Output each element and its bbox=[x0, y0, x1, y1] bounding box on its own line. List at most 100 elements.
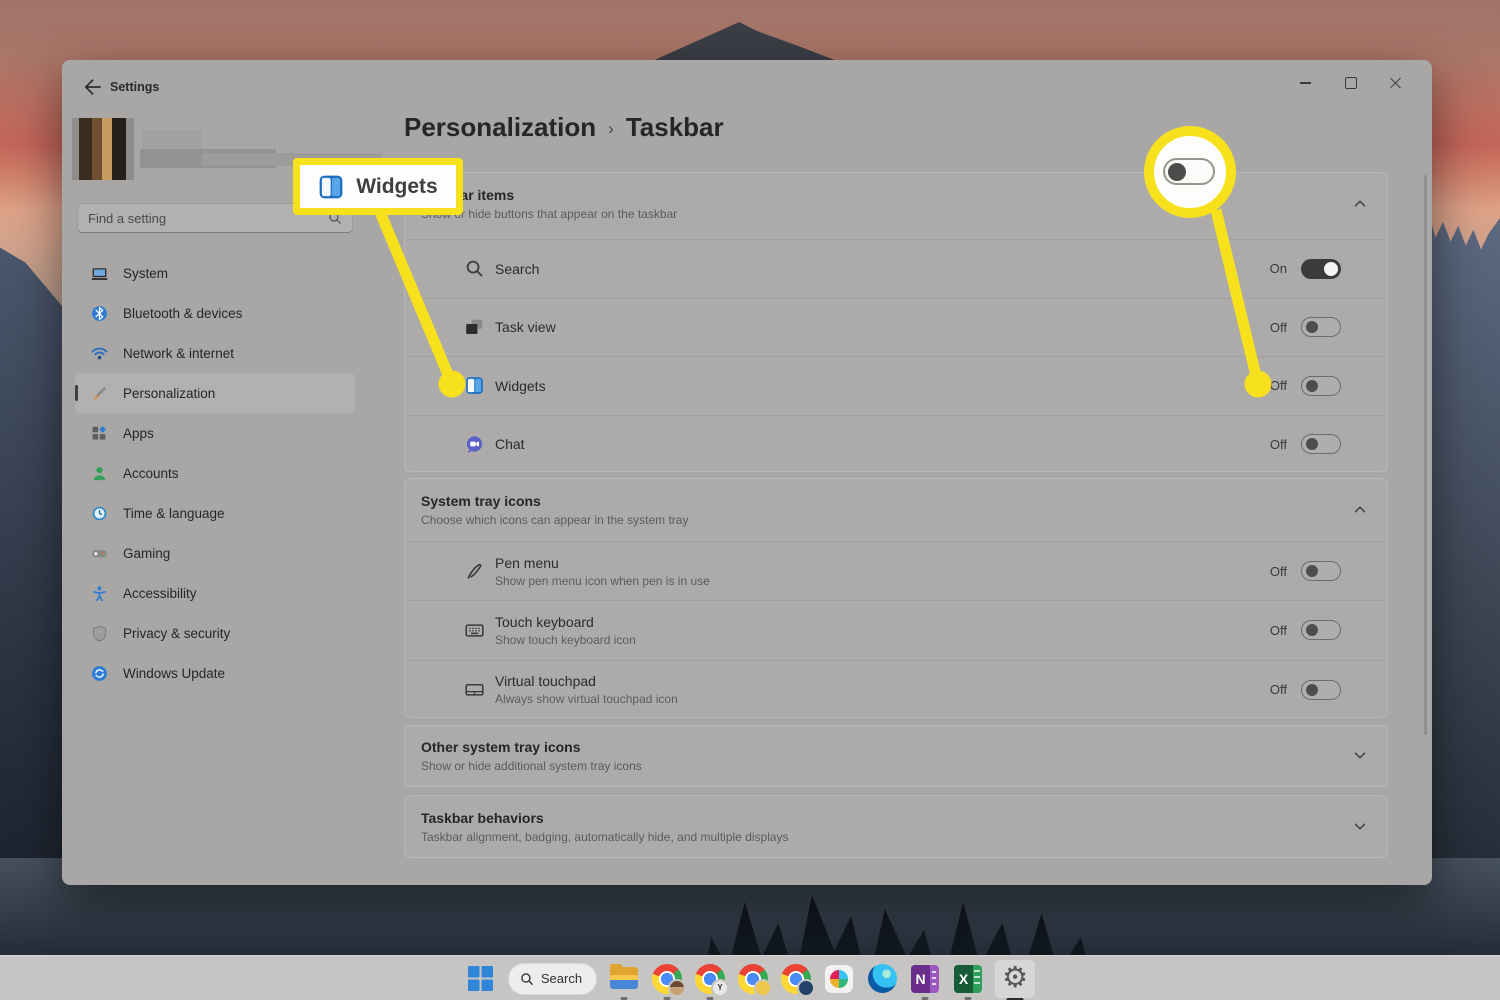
sidebar-item-personalization[interactable]: Personalization bbox=[75, 373, 355, 413]
toggle-knob bbox=[1306, 438, 1318, 450]
taskbar-app-chrome-1[interactable] bbox=[651, 963, 683, 995]
sidebar-item-label: Personalization bbox=[123, 386, 215, 401]
setting-row-widgets: Widgets Off bbox=[405, 356, 1387, 415]
row-description: Show touch keyboard icon bbox=[495, 633, 636, 647]
sidebar-item-apps[interactable]: Apps bbox=[75, 413, 355, 453]
clock-icon bbox=[91, 505, 108, 522]
taskbar-app-onenote[interactable]: N bbox=[909, 963, 941, 995]
setting-row-task-view: Task view Off bbox=[405, 298, 1387, 357]
sidebar-item-label: Apps bbox=[123, 426, 154, 441]
taskbar-app-chrome-4[interactable] bbox=[780, 963, 812, 995]
chat-toggle[interactable] bbox=[1301, 434, 1341, 454]
taskbar-app-edge[interactable] bbox=[866, 963, 898, 995]
gamepad-icon bbox=[91, 545, 108, 562]
breadcrumb-parent[interactable]: Personalization bbox=[404, 112, 596, 143]
search-icon bbox=[465, 259, 484, 278]
section-subtitle: Show or hide buttons that appear on the … bbox=[421, 207, 1341, 221]
chevron-up-icon[interactable] bbox=[1353, 505, 1367, 514]
sidebar-item-gaming[interactable]: Gaming bbox=[75, 533, 355, 573]
toggle-state-label: Off bbox=[1270, 564, 1287, 579]
sidebar-item-privacy-security[interactable]: Privacy & security bbox=[75, 613, 355, 653]
back-button[interactable] bbox=[82, 77, 102, 97]
task-view-toggle[interactable] bbox=[1301, 317, 1341, 337]
sidebar-item-accounts[interactable]: Accounts bbox=[75, 453, 355, 493]
minimize-button[interactable] bbox=[1283, 68, 1328, 98]
touch-keyboard-toggle[interactable] bbox=[1301, 620, 1341, 640]
toggle-knob bbox=[1306, 624, 1318, 636]
virtual-touchpad-toggle[interactable] bbox=[1301, 680, 1341, 700]
sidebar-item-label: Bluetooth & devices bbox=[123, 306, 242, 321]
settings-window: Settings Find a setting bbox=[62, 60, 1432, 885]
profile-name-blurred bbox=[142, 130, 202, 149]
callout-widgets-label: Widgets bbox=[293, 158, 463, 215]
breadcrumb: Personalization › Taskbar bbox=[404, 112, 724, 143]
chevron-up-icon[interactable] bbox=[1353, 199, 1367, 208]
search-placeholder: Find a setting bbox=[88, 211, 166, 226]
scrollbar[interactable] bbox=[1424, 175, 1427, 735]
section-subtitle: Choose which icons can appear in the sys… bbox=[421, 513, 1341, 527]
window-title: Settings bbox=[110, 80, 159, 94]
update-sync-icon bbox=[91, 665, 108, 682]
apps-icon bbox=[91, 425, 108, 442]
row-label: Virtual touchpad bbox=[495, 673, 678, 689]
sidebar-item-system[interactable]: System bbox=[75, 253, 355, 293]
start-button[interactable] bbox=[465, 963, 497, 995]
taskbar-app-chrome-2[interactable]: Y bbox=[694, 963, 726, 995]
toggle-state-label: Off bbox=[1270, 320, 1287, 335]
taskbar-app-settings[interactable]: ⚙ bbox=[995, 960, 1035, 998]
taskbar-items-card: Taskbar items Show or hide buttons that … bbox=[404, 172, 1388, 472]
chrome-icon bbox=[781, 964, 811, 994]
taskbar-app-chrome-3[interactable] bbox=[737, 963, 769, 995]
close-icon bbox=[1390, 77, 1402, 89]
window-controls bbox=[1283, 68, 1418, 98]
row-description: Show pen menu icon when pen is in use bbox=[495, 574, 710, 588]
chevron-down-icon[interactable] bbox=[1353, 822, 1367, 831]
sidebar-item-windows-update[interactable]: Windows Update bbox=[75, 653, 355, 693]
personalization-brush-icon bbox=[91, 385, 108, 402]
row-label: Pen menu bbox=[495, 555, 710, 571]
breadcrumb-separator-icon: › bbox=[608, 116, 614, 139]
setting-row-pen-menu: Pen menu Show pen menu icon when pen is … bbox=[405, 541, 1387, 600]
sidebar-item-time-language[interactable]: Time & language bbox=[75, 493, 355, 533]
taskbar-search[interactable]: Search bbox=[508, 963, 597, 995]
sidebar-item-network-internet[interactable]: Network & internet bbox=[75, 333, 355, 373]
maximize-button[interactable] bbox=[1328, 68, 1373, 98]
taskbar-app-slack[interactable] bbox=[823, 963, 855, 995]
taskbar-app-excel[interactable]: X bbox=[952, 963, 984, 995]
sidebar-nav: System Bluetooth & devices Network & int… bbox=[75, 253, 355, 693]
callout-toggle-off bbox=[1163, 158, 1215, 185]
close-button[interactable] bbox=[1373, 68, 1418, 98]
sidebar-item-label: System bbox=[123, 266, 168, 281]
toggle-state-label: Off bbox=[1270, 437, 1287, 452]
section-subtitle: Show or hide additional system tray icon… bbox=[421, 759, 642, 773]
toggle-knob bbox=[1306, 565, 1318, 577]
system-tray-header[interactable]: System tray icons Choose which icons can… bbox=[405, 479, 1387, 541]
widgets-icon bbox=[465, 376, 484, 395]
touch-keyboard-icon bbox=[465, 621, 484, 640]
setting-row-touch-keyboard: Touch keyboard Show touch keyboard icon … bbox=[405, 600, 1387, 659]
chevron-down-icon[interactable] bbox=[1353, 751, 1367, 760]
screenshot-canvas: Settings Find a setting bbox=[0, 0, 1500, 1000]
task-view-icon bbox=[465, 318, 484, 337]
taskbar-items-header[interactable]: Taskbar items Show or hide buttons that … bbox=[405, 173, 1387, 239]
taskbar-behaviors-card[interactable]: Taskbar behaviors Taskbar alignment, bad… bbox=[404, 795, 1388, 858]
toggle-state-label: Off bbox=[1270, 682, 1287, 697]
os-taskbar: Search Y bbox=[0, 955, 1500, 1000]
search-toggle[interactable] bbox=[1301, 259, 1341, 279]
pen-menu-toggle[interactable] bbox=[1301, 561, 1341, 581]
other-system-tray-icons-card[interactable]: Other system tray icons Show or hide add… bbox=[404, 725, 1388, 787]
bluetooth-icon bbox=[91, 305, 108, 322]
sidebar-item-bluetooth-devices[interactable]: Bluetooth & devices bbox=[75, 293, 355, 333]
maximize-icon bbox=[1345, 77, 1357, 89]
chat-icon bbox=[465, 435, 484, 454]
row-label: Touch keyboard bbox=[495, 614, 636, 630]
sidebar-item-accessibility[interactable]: Accessibility bbox=[75, 573, 355, 613]
avatar[interactable] bbox=[72, 118, 134, 180]
row-label: Chat bbox=[495, 436, 525, 452]
taskbar-app-file-explorer[interactable] bbox=[608, 963, 640, 995]
toggle-state-label: Off bbox=[1270, 378, 1287, 393]
widgets-toggle[interactable] bbox=[1301, 376, 1341, 396]
chrome-icon: Y bbox=[695, 964, 725, 994]
sidebar-item-label: Privacy & security bbox=[123, 626, 230, 641]
section-title: System tray icons bbox=[421, 493, 1341, 509]
